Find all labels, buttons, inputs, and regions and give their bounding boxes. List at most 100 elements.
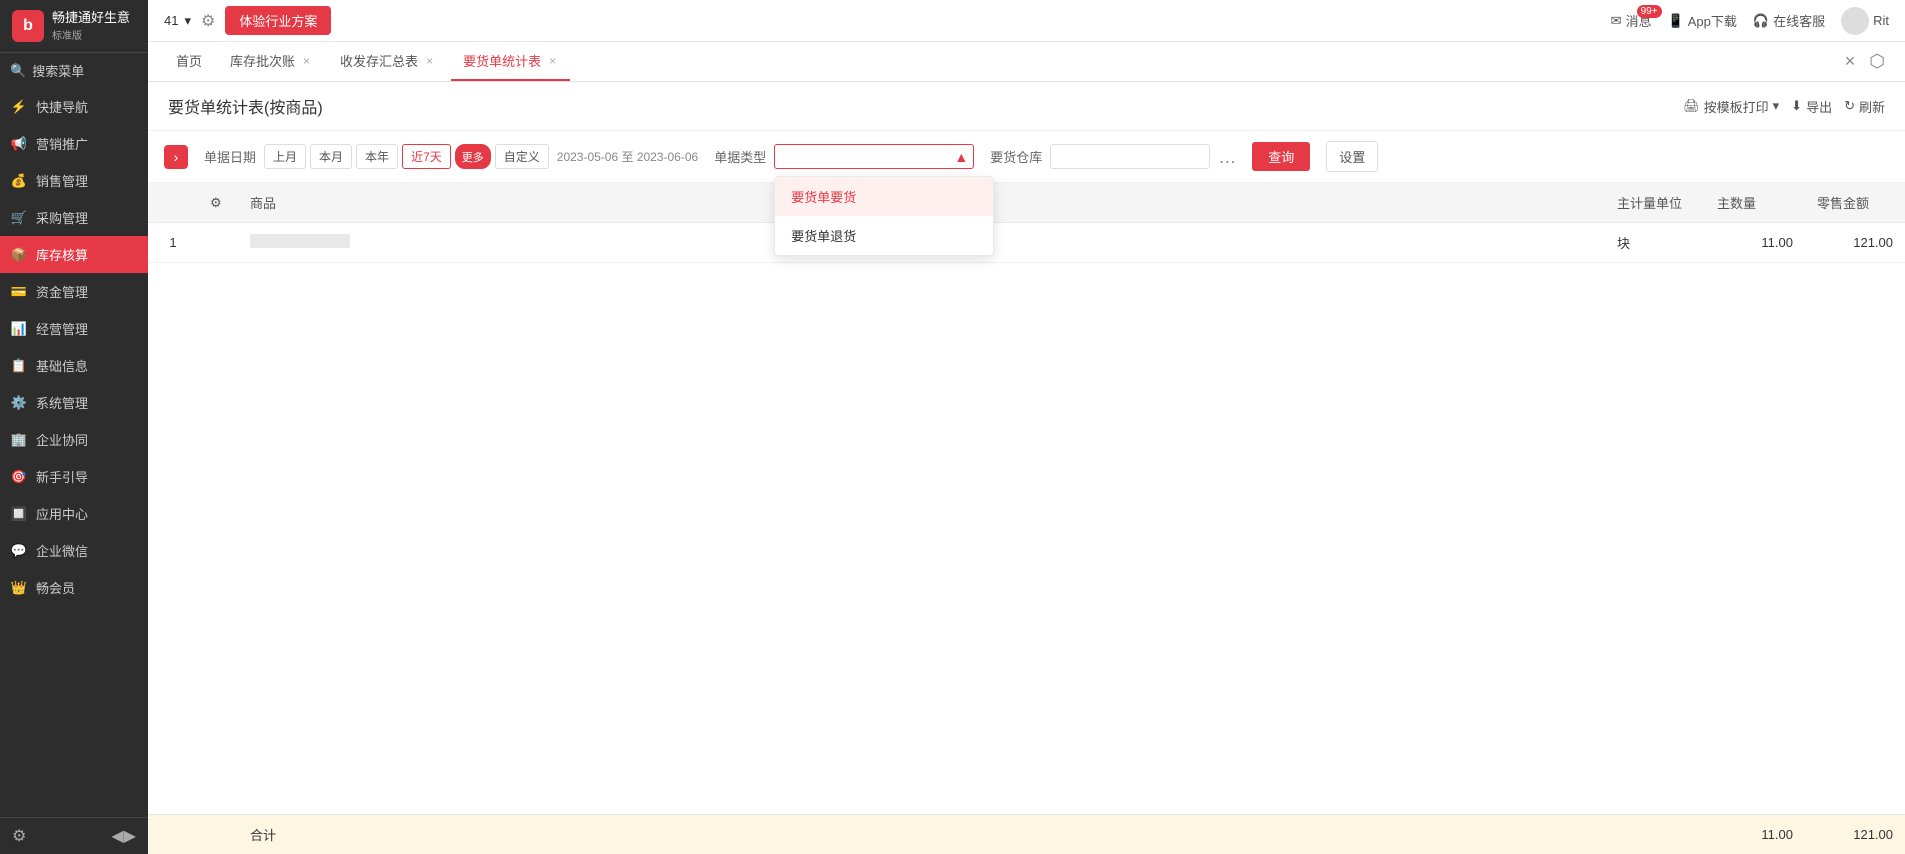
tab-inventory-batch[interactable]: 库存批次账 × <box>218 43 324 81</box>
sidebar-item-label: 库存核算 <box>36 245 88 264</box>
query-button[interactable]: 查询 <box>1252 142 1310 171</box>
table-footer: 合计 11.00 121.00 <box>148 814 1905 854</box>
sales-icon: 💰 <box>10 172 28 190</box>
sidebar-item-operations[interactable]: 📊 经营管理 <box>0 310 148 347</box>
search-icon: 🔍 <box>10 63 26 79</box>
purchase-icon: 🛒 <box>10 209 28 227</box>
col-amount-header: 零售金额 <box>1805 183 1905 223</box>
row-num: 1 <box>148 223 198 263</box>
table-header-row: ⚙ 商品 主计量单位 主数量 零售金额 <box>148 183 1905 223</box>
sidebar-item-label: 销售管理 <box>36 171 88 190</box>
sidebar-item-purchase[interactable]: 🛒 采购管理 <box>0 199 148 236</box>
sidebar-search-label: 搜索菜单 <box>32 61 84 80</box>
operations-icon: 📊 <box>10 320 28 338</box>
date-btn-more[interactable]: 更多 <box>455 144 491 169</box>
sidebar-item-label: 新手引导 <box>36 467 88 486</box>
tab-receivable-summary-close[interactable]: × <box>424 52 435 70</box>
warehouse-filter-input[interactable] <box>1050 144 1210 169</box>
date-btn-custom[interactable]: 自定义 <box>495 144 549 169</box>
dropdown-option-order-return[interactable]: 要货单退货 <box>775 216 993 255</box>
print-button[interactable]: 🖨 按模板打印 ▾ <box>1683 97 1779 116</box>
store-selector[interactable]: 41 ▾ <box>164 13 191 29</box>
sidebar-item-marketing[interactable]: 📢 营销推广 <box>0 125 148 162</box>
sidebar-item-label: 基础信息 <box>36 356 88 375</box>
tab-order-stats[interactable]: 要货单统计表 × <box>451 43 570 81</box>
system-icon: ⚙️ <box>10 394 28 412</box>
tab-inventory-batch-close[interactable]: × <box>301 52 312 70</box>
table-row: 1 块 11.00 121.00 <box>148 223 1905 263</box>
sidebar-item-sales[interactable]: 💰 销售管理 <box>0 162 148 199</box>
date-filter-label: 单据日期 <box>204 147 256 166</box>
app-download-button[interactable]: 📱 App下载 <box>1668 11 1737 30</box>
apps-icon: 🔲 <box>10 505 28 523</box>
date-btn-this-year[interactable]: 本年 <box>356 144 398 169</box>
collapse-icon[interactable]: ◀▶ <box>111 826 136 846</box>
tab-expand-icon[interactable]: ⬡ <box>1865 49 1889 74</box>
row-qty: 11.00 <box>1705 223 1805 263</box>
tabbar-actions: × ⬡ <box>1841 49 1889 74</box>
sidebar-item-apps[interactable]: 🔲 应用中心 <box>0 495 148 532</box>
type-dropdown-container: ▲ 要货单要货 要货单退货 <box>774 144 974 169</box>
settings-icon[interactable]: ⚙ <box>12 826 26 846</box>
sidebar-item-wechat[interactable]: 💬 企业微信 <box>0 532 148 569</box>
messages-badge: 99+ <box>1637 5 1662 18</box>
topbar-left: 41 ▾ ⚙ 体验行业方案 <box>164 6 331 35</box>
app-name: 畅捷通好生意 <box>52 10 130 27</box>
sidebar-item-label: 资金管理 <box>36 282 88 301</box>
date-quick-buttons: 上月 本月 本年 近7天 更多 自定义 <box>264 144 549 169</box>
export-icon: ⬇ <box>1791 98 1802 114</box>
col-settings-header[interactable]: ⚙ <box>198 183 238 223</box>
date-btn-last-month[interactable]: 上月 <box>264 144 306 169</box>
date-btn-this-month[interactable]: 本月 <box>310 144 352 169</box>
sidebar-item-basic[interactable]: 📋 基础信息 <box>0 347 148 384</box>
messages-button[interactable]: ✉ 消息 99+ <box>1611 11 1652 30</box>
gear-icon[interactable]: ⚙ <box>201 11 215 31</box>
tab-receivable-summary[interactable]: 收发存汇总表 × <box>328 43 447 81</box>
chevron-down-icon: ▾ <box>184 13 191 29</box>
sidebar-nav: ⚡ 快捷导航 📢 营销推广 💰 销售管理 🛒 采购管理 📦 库存核算 💳 资金管… <box>0 88 148 817</box>
filter-bar: › 单据日期 上月 本月 本年 近7天 更多 自定义 2023-05-06 至 … <box>148 131 1905 183</box>
type-filter-label: 单据类型 <box>714 147 766 166</box>
tab-close-all-icon[interactable]: × <box>1841 49 1860 74</box>
refresh-icon: ↻ <box>1844 98 1855 114</box>
dropdown-option-order-goods[interactable]: 要货单要货 <box>775 177 993 216</box>
refresh-button[interactable]: ↻ 刷新 <box>1844 97 1885 116</box>
sidebar-item-guide[interactable]: 🎯 新手引导 <box>0 458 148 495</box>
main-area: 41 ▾ ⚙ 体验行业方案 ✉ 消息 99+ 📱 App下载 🎧 在线客服 R <box>148 0 1905 854</box>
tab-order-stats-label: 要货单统计表 <box>463 51 541 70</box>
printer-icon: 🖨 <box>1683 98 1700 114</box>
sidebar-item-quick-nav[interactable]: ⚡ 快捷导航 <box>0 88 148 125</box>
user-name: Rit <box>1873 13 1889 28</box>
sidebar-item-member[interactable]: 👑 畅会员 <box>0 569 148 606</box>
sidebar-item-label: 应用中心 <box>36 504 88 523</box>
sidebar-item-enterprise[interactable]: 🏢 企业协同 <box>0 421 148 458</box>
refresh-label: 刷新 <box>1859 97 1885 116</box>
app-logo: b 畅捷通好生意 标准版 <box>0 0 148 53</box>
store-number: 41 <box>164 13 178 28</box>
basic-icon: 📋 <box>10 357 28 375</box>
online-service-button[interactable]: 🎧 在线客服 <box>1753 11 1825 30</box>
sidebar-item-finance[interactable]: 💳 资金管理 <box>0 273 148 310</box>
row-amount: 121.00 <box>1805 223 1905 263</box>
sidebar-item-label: 快捷导航 <box>36 97 88 116</box>
date-btn-7days[interactable]: 近7天 <box>402 144 451 169</box>
print-chevron-icon: ▾ <box>1773 98 1780 114</box>
sidebar-item-system[interactable]: ⚙️ 系统管理 <box>0 384 148 421</box>
export-button[interactable]: ⬇ 导出 <box>1791 97 1832 116</box>
type-filter-input[interactable] <box>774 144 974 169</box>
export-label: 导出 <box>1806 97 1832 116</box>
trial-button[interactable]: 体验行业方案 <box>225 6 331 35</box>
sidebar-search[interactable]: 🔍 搜索菜单 <box>0 53 148 88</box>
filter-settings-button[interactable]: 设置 <box>1326 141 1378 172</box>
tab-order-stats-close[interactable]: × <box>547 52 558 70</box>
message-icon: ✉ <box>1611 13 1622 29</box>
sidebar-item-inventory[interactable]: 📦 库存核算 <box>0 236 148 273</box>
filter-expand-button[interactable]: › <box>164 145 188 169</box>
warehouse-filter-label: 要货仓库 <box>990 147 1042 166</box>
warehouse-more-icon[interactable]: … <box>1218 148 1236 166</box>
finance-icon: 💳 <box>10 283 28 301</box>
tab-home[interactable]: 首页 <box>164 43 214 81</box>
guide-icon: 🎯 <box>10 468 28 486</box>
wechat-icon: 💬 <box>10 542 28 560</box>
user-menu[interactable]: Rit <box>1841 7 1889 35</box>
